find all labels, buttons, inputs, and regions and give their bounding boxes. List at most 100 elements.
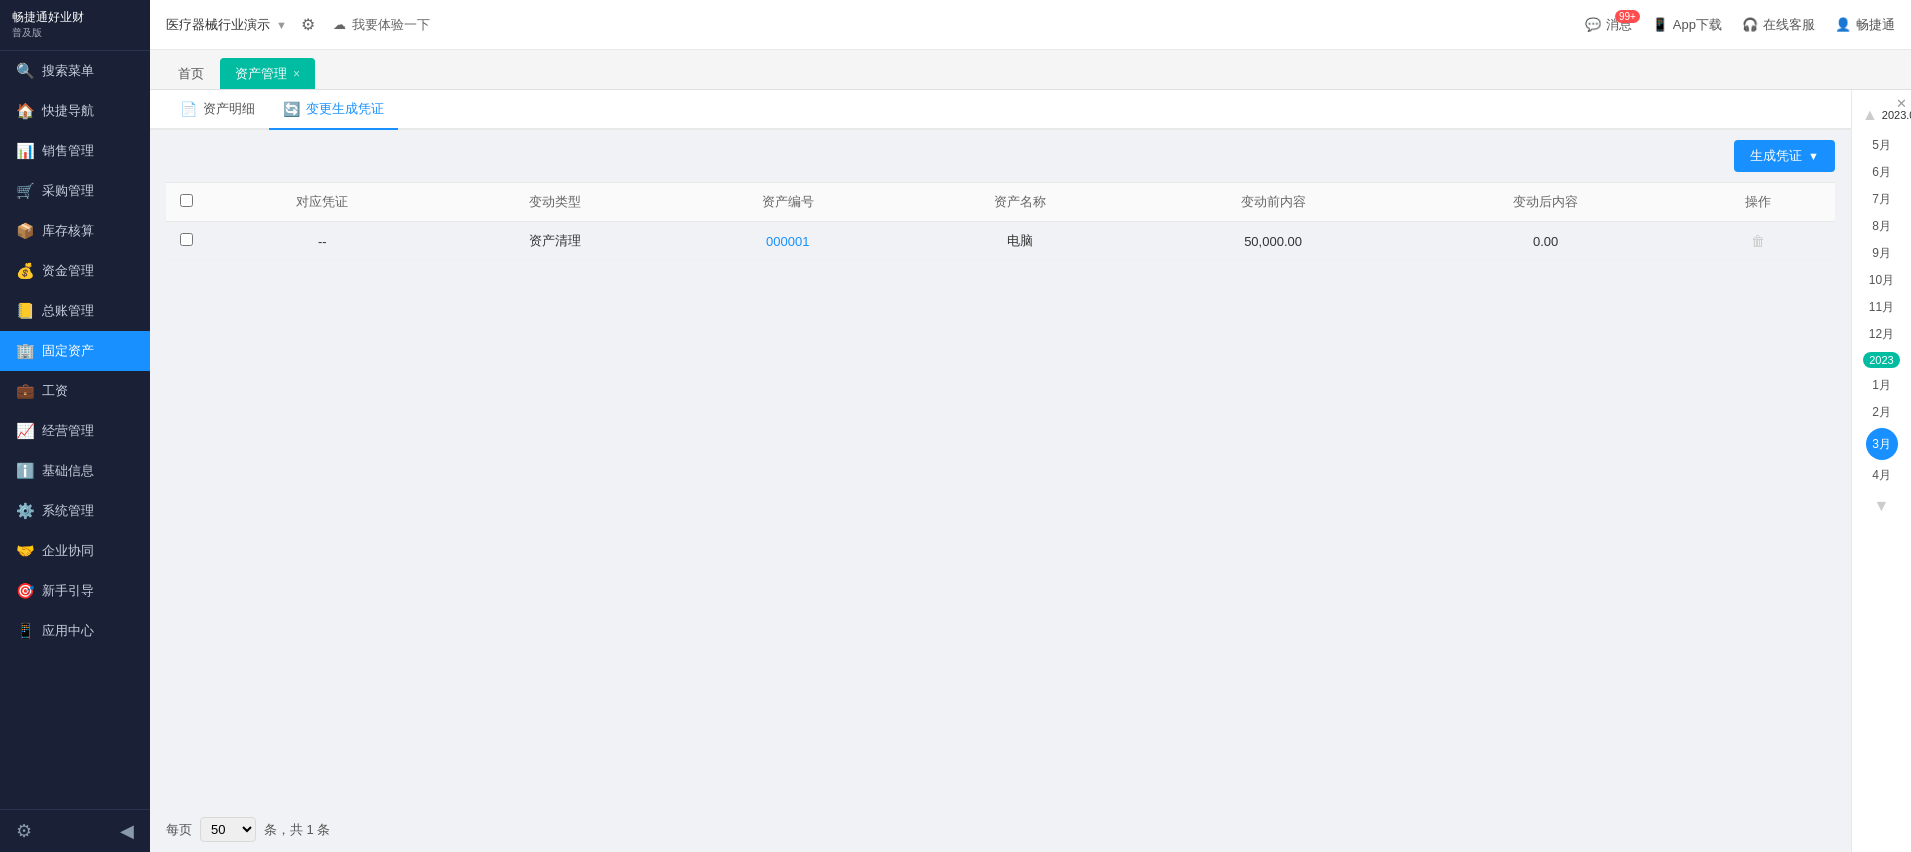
inventory-icon: 📦: [16, 222, 34, 240]
asset-management-tab[interactable]: 资产管理 ×: [220, 58, 315, 89]
sidebar-item-label: 应用中心: [42, 622, 94, 640]
month-item[interactable]: 6月: [1852, 159, 1911, 186]
row-asset-name-0: 电脑: [904, 222, 1137, 261]
panel-up-icon[interactable]: ▲: [1858, 102, 1882, 128]
messages-button[interactable]: 💬 消息 99+: [1585, 16, 1632, 34]
guide-icon: 🎯: [16, 582, 34, 600]
sidebar-item-label: 采购管理: [42, 182, 94, 200]
company-selector[interactable]: 医疗器械行业演示 ▼: [166, 16, 287, 34]
main-content: 📄 资产明细 🔄 变更生成凭证 生成凭证 ▼: [150, 90, 1851, 852]
active-month-item[interactable]: 3月: [1852, 426, 1911, 462]
generate-voucher-label: 生成凭证: [1750, 147, 1802, 165]
sidebar-item-enterprise[interactable]: 🤝企业协同: [0, 531, 150, 571]
col-asset-number: 资产编号: [671, 183, 904, 222]
sub-tab-asset-detail[interactable]: 📄 资产明细: [166, 90, 269, 130]
generate-voucher-dropdown-icon: ▼: [1808, 150, 1819, 162]
sidebar-item-label: 系统管理: [42, 502, 94, 520]
home-tab[interactable]: 首页: [166, 59, 216, 89]
user-button[interactable]: 👤 畅捷通: [1835, 16, 1895, 34]
month-item[interactable]: 11月: [1852, 294, 1911, 321]
col-before: 变动前内容: [1137, 183, 1410, 222]
app-download-button[interactable]: 📱 App下载: [1652, 16, 1722, 34]
month-item[interactable]: 12月: [1852, 321, 1911, 348]
month-item[interactable]: 7月: [1852, 186, 1911, 213]
topbar: 医疗器械行业演示 ▼ ⚙ ☁ 我要体验一下 💬 消息 99+ 📱 App下载 🎧…: [150, 0, 1911, 50]
try-button[interactable]: ☁ 我要体验一下: [333, 16, 430, 34]
row-before-0: 50,000.00: [1137, 222, 1410, 261]
table-wrap: 对应凭证 变动类型 资产编号 资产名称 变动前内容 变动后内容 操作 --: [150, 182, 1851, 806]
col-after: 变动后内容: [1409, 183, 1682, 222]
year-marker: 2023: [1863, 352, 1899, 368]
sidebar-logo: 畅捷通好业财 普及版: [0, 0, 150, 51]
tab-label: 资产管理: [235, 65, 287, 83]
sidebar-item-label: 基础信息: [42, 462, 94, 480]
generate-voucher-button[interactable]: 生成凭证 ▼: [1734, 140, 1835, 172]
sidebar-item-app-center[interactable]: 📱应用中心: [0, 611, 150, 651]
sidebar-item-label: 固定资产: [42, 342, 94, 360]
months-list: 5月6月7月8月9月10月11月12月 2023 1月2月3月4月: [1852, 132, 1911, 489]
service-icon: 🎧: [1742, 17, 1758, 32]
month-item[interactable]: 5月: [1852, 132, 1911, 159]
pagination: 每页 102050100 条，共 1 条: [150, 806, 1851, 852]
sidebar-item-search[interactable]: 🔍搜索菜单: [0, 51, 150, 91]
delete-row-button-0[interactable]: 🗑: [1751, 233, 1765, 249]
sidebar: 畅捷通好业财 普及版 🔍搜索菜单🏠快捷导航📊销售管理🛒采购管理📦库存核算💰资金管…: [0, 0, 150, 852]
select-all-checkbox[interactable]: [180, 194, 193, 207]
sidebar-bottom: ⚙ ◀: [0, 809, 150, 852]
ledger-icon: 📒: [16, 302, 34, 320]
table-body: -- 资产清理 000001 电脑 50,000.00 0.00 🗑: [166, 222, 1835, 261]
sidebar-item-sales[interactable]: 📊销售管理: [0, 131, 150, 171]
settings-icon[interactable]: ⚙: [16, 820, 32, 842]
change-voucher-icon: 🔄: [283, 101, 300, 117]
company-name: 医疗器械行业演示: [166, 16, 270, 34]
row-checkbox-0[interactable]: [180, 233, 193, 246]
month-item[interactable]: 4月: [1852, 462, 1911, 489]
sidebar-item-basic-info[interactable]: ℹ️ 基础信息: [0, 451, 150, 491]
try-label: 我要体验一下: [352, 16, 430, 34]
operations-icon: 📈: [16, 422, 34, 440]
sidebar-item-funds[interactable]: 💰资金管理: [0, 251, 150, 291]
month-item[interactable]: 9月: [1852, 240, 1911, 267]
month-item[interactable]: 10月: [1852, 267, 1911, 294]
fixed-assets-icon: 🏢: [16, 342, 34, 360]
per-page-select[interactable]: 102050100: [200, 817, 256, 842]
sidebar-item-purchase[interactable]: 🛒采购管理: [0, 171, 150, 211]
panel-close-button[interactable]: ✕: [1896, 96, 1907, 111]
sidebar-item-operations[interactable]: 📈经营管理: [0, 411, 150, 451]
asset-table: 对应凭证 变动类型 资产编号 资产名称 变动前内容 变动后内容 操作 --: [166, 182, 1835, 261]
sub-tab-change-voucher[interactable]: 🔄 变更生成凭证: [269, 90, 398, 130]
sidebar-item-guide[interactable]: 🎯新手引导: [0, 571, 150, 611]
cloud-icon: ☁: [333, 17, 346, 32]
tab-close-button[interactable]: ×: [293, 67, 300, 81]
asset-detail-icon: 📄: [180, 101, 197, 117]
sidebar-item-inventory[interactable]: 📦库存核算: [0, 211, 150, 251]
row-asset-number-0: 000001: [671, 222, 904, 261]
month-item[interactable]: 2月: [1852, 399, 1911, 426]
basic-info-icon: ℹ️: [16, 462, 34, 480]
sidebar-item-fixed-assets[interactable]: 🏢 固定资产: [0, 331, 150, 371]
sidebar-item-label: 工资: [42, 382, 68, 400]
sidebar-item-system[interactable]: ⚙️系统管理: [0, 491, 150, 531]
active-month-3[interactable]: 3月: [1866, 428, 1898, 460]
online-service-label: 在线客服: [1763, 16, 1815, 34]
row-change-type-0: 资产清理: [439, 222, 672, 261]
notification-badge: 99+: [1615, 10, 1640, 23]
sidebar-item-ledger[interactable]: 📒总账管理: [0, 291, 150, 331]
collapse-icon[interactable]: ◀: [120, 820, 134, 842]
sidebar-item-label: 快捷导航: [42, 102, 94, 120]
sidebar-item-wages[interactable]: 💼工资: [0, 371, 150, 411]
sidebar-nav: 🔍搜索菜单🏠快捷导航📊销售管理🛒采购管理📦库存核算💰资金管理📒总账管理 🏢 固定资产…: [0, 51, 150, 809]
topbar-right: 💬 消息 99+ 📱 App下载 🎧 在线客服 👤 畅捷通: [1585, 16, 1895, 34]
sub-tabs: 📄 资产明细 🔄 变更生成凭证: [150, 90, 1851, 130]
table-row: -- 资产清理 000001 电脑 50,000.00 0.00 🗑: [166, 222, 1835, 261]
month-item[interactable]: 1月: [1852, 372, 1911, 399]
online-service-button[interactable]: 🎧 在线客服: [1742, 16, 1815, 34]
sub-tab-change-voucher-label: 变更生成凭证: [306, 100, 384, 118]
month-item[interactable]: 8月: [1852, 213, 1911, 240]
sidebar-item-quick-nav[interactable]: 🏠快捷导航: [0, 91, 150, 131]
download-icon: 📱: [1652, 17, 1668, 32]
sidebar-item-label: 企业协同: [42, 542, 94, 560]
panel-down-icon[interactable]: ▼: [1870, 493, 1894, 519]
topbar-settings-icon[interactable]: ⚙: [301, 15, 315, 34]
sidebar-item-label: 搜索菜单: [42, 62, 94, 80]
